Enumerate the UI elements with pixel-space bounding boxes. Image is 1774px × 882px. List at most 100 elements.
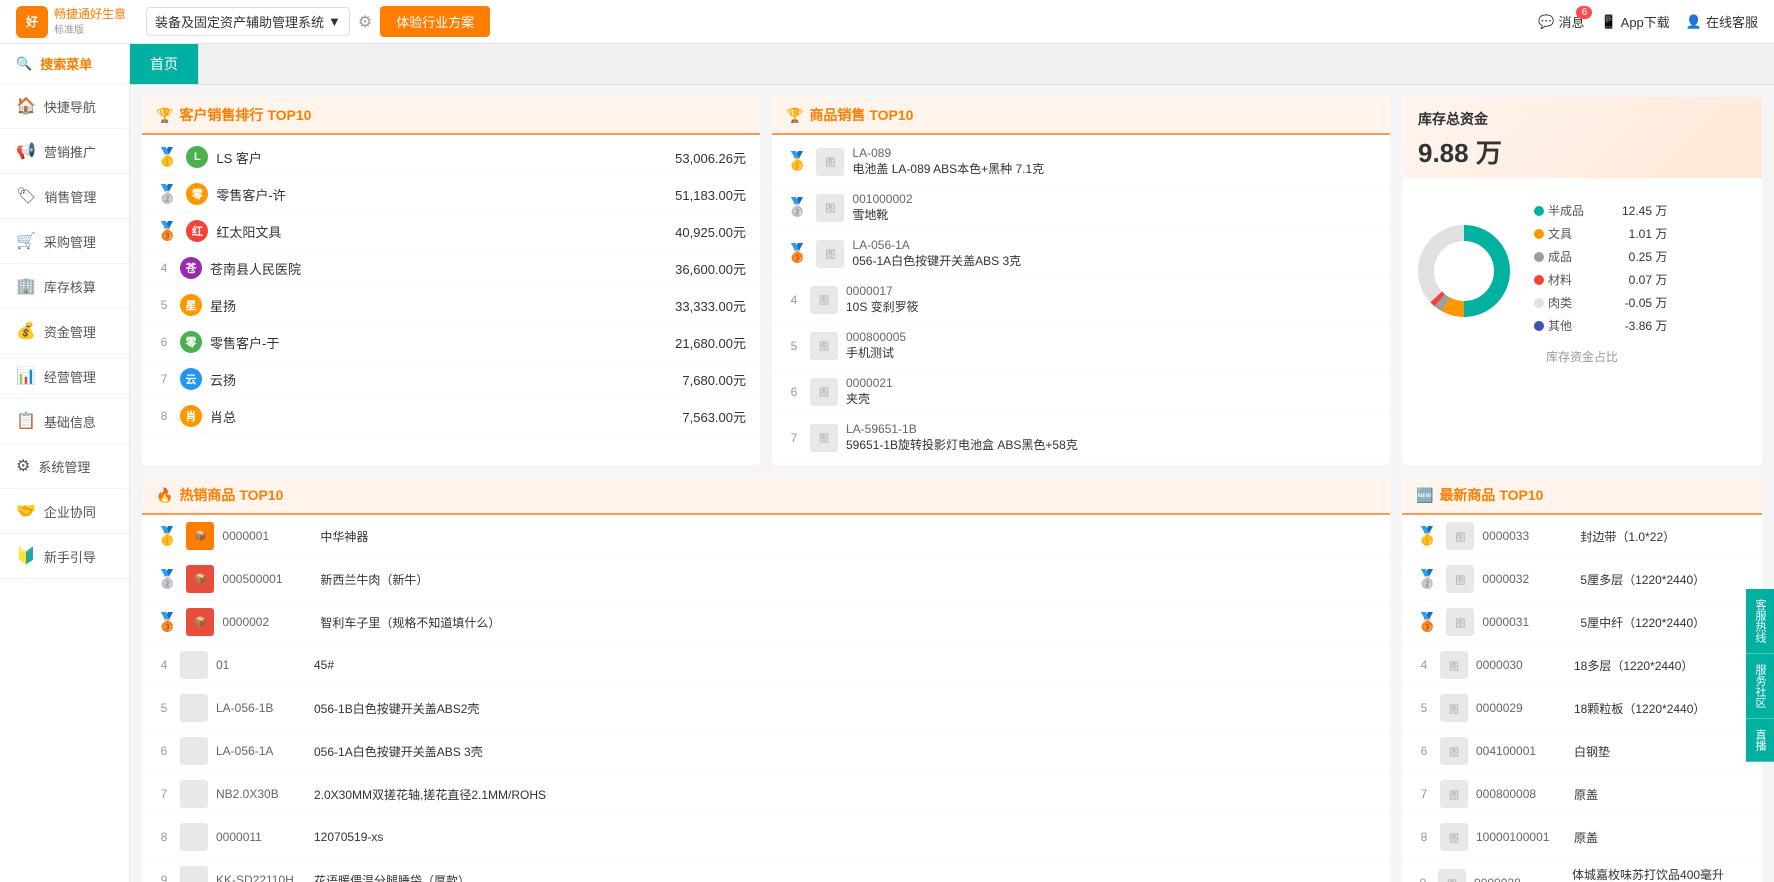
sidebar-label-guide: 新手引导	[44, 547, 96, 566]
message-action[interactable]: 💬 消息 6	[1538, 12, 1584, 31]
rank-number: 4	[786, 293, 802, 307]
content-grid: 🏆 客户销售排行 TOP10 🥇 L LS 客户 53,006.26元 🥈 零 …	[130, 85, 1774, 882]
inventory-panel: 库存总资金 9.88 万	[1402, 97, 1762, 465]
sidebar-item-inventory[interactable]: 🏢 库存核算	[0, 264, 129, 309]
logo-icon: 好	[16, 6, 48, 38]
product-img-newest: 图	[1440, 737, 1468, 765]
message-badge: 6	[1576, 6, 1592, 19]
customer-rank-item[interactable]: 8 肖 肖总 7,563.00元	[142, 398, 760, 435]
customer-rank-item[interactable]: 5 星 星扬 33,333.00元	[142, 287, 760, 324]
online-service-action[interactable]: 👤 在线客服	[1686, 12, 1758, 31]
main-content: 首页 🏆 客户销售排行 TOP10 🥇 L LS 客户 53,006.26元 🥈…	[130, 44, 1774, 882]
rank-number: 4	[1416, 658, 1432, 672]
rank-number: 5	[786, 339, 802, 353]
medal-icon: 🥉	[156, 221, 178, 242]
newest-product-item[interactable]: 🥈 图 0000032 5厘多层（1220*2440）	[1402, 558, 1762, 601]
customer-rank-item[interactable]: 🥈 零 零售客户-许 51,183.00元	[142, 176, 760, 213]
inventory-title: 库存总资金	[1418, 109, 1746, 129]
rank-value: 7,563.00元	[682, 407, 746, 426]
hot-product-item[interactable]: 6 LA-056-1A 056-1A白色按键开关盖ABS 3壳	[142, 730, 1390, 773]
product-name: 056-1B白色按键开关盖ABS2壳	[314, 700, 479, 717]
newest-products-list: 🥇 图 0000033 封边带（1.0*22） 🥈 图 0000032 5厘多层…	[1402, 515, 1762, 882]
customer-rank-item[interactable]: 6 零 零售客户-于 21,680.00元	[142, 324, 760, 361]
legend-value: 0.25 万	[1629, 248, 1668, 265]
system-selector[interactable]: 装备及固定资产辅助管理系统 ▼	[146, 7, 350, 36]
customer-rank-item[interactable]: 🥉 红 红太阳文具 40,925.00元	[142, 213, 760, 250]
hot-product-item[interactable]: 🥉 📦 0000002 智利车子里（规格不知道填什么）	[142, 601, 1390, 644]
float-btn-service[interactable]: 客服热线	[1746, 589, 1774, 654]
sidebar-item-system[interactable]: ⚙ 系统管理	[0, 444, 129, 489]
product-img-newest: 图	[1446, 522, 1474, 550]
product-code: 01	[216, 658, 306, 672]
product-name: 中华神器	[320, 528, 368, 545]
sidebar-item-purchase[interactable]: 🛒 采购管理	[0, 219, 129, 264]
newest-product-item[interactable]: 5 图 0000029 18颗粒板（1220*2440）	[1402, 687, 1762, 730]
hot-product-item[interactable]: 🥇 📦 0000001 中华神器	[142, 515, 1390, 558]
product-rank-item[interactable]: 🥉 图 LA-056-1A 056-1A白色按键开关盖ABS 3克	[772, 231, 1390, 277]
float-btn-live[interactable]: 直播	[1746, 719, 1774, 762]
product-code: 0000002	[222, 615, 312, 629]
hot-product-item[interactable]: 4 01 45#	[142, 644, 1390, 687]
sidebar-label-purchase: 采购管理	[44, 232, 96, 251]
trial-button[interactable]: 体验行业方案	[380, 6, 490, 37]
header-right: 💬 消息 6 📱 App下载 👤 在线客服	[1538, 12, 1758, 31]
product-rank-item[interactable]: 🥇 图 LA-089 电池盖 LA-089 ABS本色+黑种 7.1克	[772, 139, 1390, 185]
newest-product-item[interactable]: 6 图 004100001 白钢垫	[1402, 730, 1762, 773]
medal-icon: 🥉	[156, 612, 178, 633]
rank-number: 8	[156, 830, 172, 844]
newest-product-item[interactable]: 9 图 0000028 体城嘉枚味苏打饮品400毫升（1*15）	[1402, 859, 1762, 882]
newest-product-item[interactable]: 4 图 0000030 18多层（1220*2440）	[1402, 644, 1762, 687]
logo-area: 好 畅捷通好生意 标准版	[16, 6, 146, 38]
sidebar-item-finance[interactable]: 💰 资金管理	[0, 309, 129, 354]
product-rank-item[interactable]: 7 图 LA-59651-1B 59651-1B旋转投影灯电池盒 ABS黑色+5…	[772, 415, 1390, 461]
float-btn-community[interactable]: 服务社区	[1746, 654, 1774, 719]
app-download-action[interactable]: 📱 App下载	[1600, 12, 1669, 31]
rank-number: 6	[156, 335, 172, 349]
newest-product-item[interactable]: 🥇 图 0000033 封边带（1.0*22）	[1402, 515, 1762, 558]
sidebar-label-quick-nav: 快捷导航	[44, 97, 96, 116]
newest-product-item[interactable]: 7 图 000800008 原盖	[1402, 773, 1762, 816]
settings-icon[interactable]: ⚙	[358, 12, 372, 32]
medal-icon: 🥇	[156, 526, 178, 547]
hot-product-item[interactable]: 9 KK-SD22110H 花语暖偎温分腿睡袋（厚款）	[142, 859, 1390, 882]
newest-product-item[interactable]: 🥉 图 0000031 5厘中纤（1220*2440）	[1402, 601, 1762, 644]
product-rank-item[interactable]: 6 图 0000021 夹壳	[772, 369, 1390, 415]
sidebar-item-marketing[interactable]: 📢 营销推广	[0, 129, 129, 174]
product-info: 0000021 夹壳	[846, 376, 893, 407]
tab-home[interactable]: 首页	[130, 44, 199, 84]
sidebar-item-guide[interactable]: 🔰 新手引导	[0, 534, 129, 579]
product-name: 花语暖偎温分腿睡袋（厚款）	[314, 872, 470, 882]
newest-products-title: 🆕 最新商品 TOP10	[1402, 477, 1762, 515]
app-label: App下载	[1621, 12, 1670, 31]
rank-name: 云扬	[210, 370, 674, 389]
product-thumbnail	[180, 651, 208, 679]
hot-product-item[interactable]: 🥈 📦 000500001 新西兰牛肉（新牛）	[142, 558, 1390, 601]
customer-rank-item[interactable]: 🥇 L LS 客户 53,006.26元	[142, 139, 760, 176]
sidebar-item-operation[interactable]: 📊 经营管理	[0, 354, 129, 399]
newest-product-item[interactable]: 8 图 10000100001 原盖	[1402, 816, 1762, 859]
product-rank-item[interactable]: 5 图 000800005 手机测试	[772, 323, 1390, 369]
hot-product-item[interactable]: 8 0000011 12070519-xs	[142, 816, 1390, 859]
hot-product-item[interactable]: 7 NB2.0X30B 2.0X30MM双搓花轴,搓花直径2.1MM/ROHS	[142, 773, 1390, 816]
product-code: LA-056-1A	[216, 744, 306, 758]
product-info: 000800005 手机测试	[846, 330, 906, 361]
sidebar-item-basic[interactable]: 📋 基础信息	[0, 399, 129, 444]
sidebar-label-sales: 销售管理	[44, 187, 96, 206]
customer-rank-item[interactable]: 4 苍 苍南县人民医院 36,600.00元	[142, 250, 760, 287]
product-thumbnail	[180, 866, 208, 882]
inventory-total: 9.88 万	[1418, 133, 1746, 170]
sidebar-item-enterprise[interactable]: 🤝 企业协同	[0, 489, 129, 534]
customer-rank-item[interactable]: 7 云 云扬 7,680.00元	[142, 361, 760, 398]
rank-number: 7	[1416, 787, 1432, 801]
rank-name: 零售客户-许	[216, 185, 667, 204]
sidebar-search[interactable]: 🔍 搜索菜单	[0, 44, 129, 84]
sidebar-item-sales[interactable]: 🏷 销售管理	[0, 174, 129, 219]
newest-products-panel: 🆕 最新商品 TOP10 🥇 图 0000033 封边带（1.0*22） 🥈 图…	[1402, 477, 1762, 882]
sidebar-item-quick-nav[interactable]: 🏠 快捷导航	[0, 84, 129, 129]
hot-product-item[interactable]: 5 LA-056-1B 056-1B白色按键开关盖ABS2壳	[142, 687, 1390, 730]
product-rank-item[interactable]: 🥈 图 001000002 雪地靴	[772, 185, 1390, 231]
product-name: 056-1A白色按键开关盖ABS 3克	[852, 252, 1021, 269]
product-rank-item[interactable]: 4 图 0000017 10S 变刹罗筱	[772, 277, 1390, 323]
legend-dot	[1534, 275, 1544, 285]
product-code: LA-089	[852, 146, 1044, 160]
